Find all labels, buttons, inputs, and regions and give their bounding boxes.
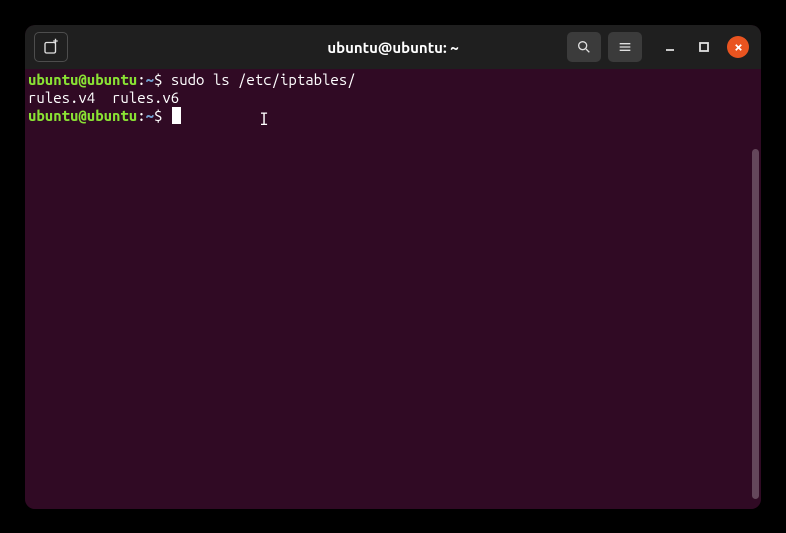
command-text: sudo ls /etc/iptables/ [171, 71, 356, 88]
scrollbar[interactable] [752, 149, 759, 499]
minimize-icon [664, 41, 676, 53]
hamburger-icon [617, 39, 633, 55]
terminal-body[interactable]: ubuntu@ubuntu:~$ sudo ls /etc/iptables/ … [25, 69, 761, 509]
close-button[interactable] [727, 36, 749, 58]
close-icon [733, 42, 744, 53]
terminal-line: ubuntu@ubuntu:~$ sudo ls /etc/iptables/ [28, 71, 758, 89]
prompt-user: ubuntu@ubuntu [28, 71, 137, 88]
search-icon [576, 39, 592, 55]
terminal-line: ubuntu@ubuntu:~$ [28, 107, 758, 125]
terminal-window: ubuntu@ubuntu: ~ [25, 25, 761, 509]
new-tab-icon [42, 38, 60, 56]
prompt-path: ~ [146, 71, 154, 88]
header-controls [567, 32, 755, 62]
terminal-output: rules.v4 rules.v6 [28, 89, 758, 107]
prompt-colon: : [137, 71, 145, 88]
prompt-dollar: $ [154, 71, 171, 88]
maximize-icon [698, 41, 710, 53]
maximize-button[interactable] [693, 36, 715, 58]
titlebar: ubuntu@ubuntu: ~ [25, 25, 761, 69]
prompt-colon: : [137, 107, 145, 124]
new-tab-button[interactable] [34, 32, 68, 62]
minimize-button[interactable] [659, 36, 681, 58]
window-title: ubuntu@ubuntu: ~ [327, 39, 458, 56]
terminal-cursor [172, 107, 181, 124]
window-controls [659, 36, 749, 58]
menu-button[interactable] [608, 32, 642, 62]
prompt-dollar: $ [154, 107, 171, 124]
prompt-path: ~ [146, 107, 154, 124]
search-button[interactable] [567, 32, 601, 62]
prompt-user: ubuntu@ubuntu [28, 107, 137, 124]
